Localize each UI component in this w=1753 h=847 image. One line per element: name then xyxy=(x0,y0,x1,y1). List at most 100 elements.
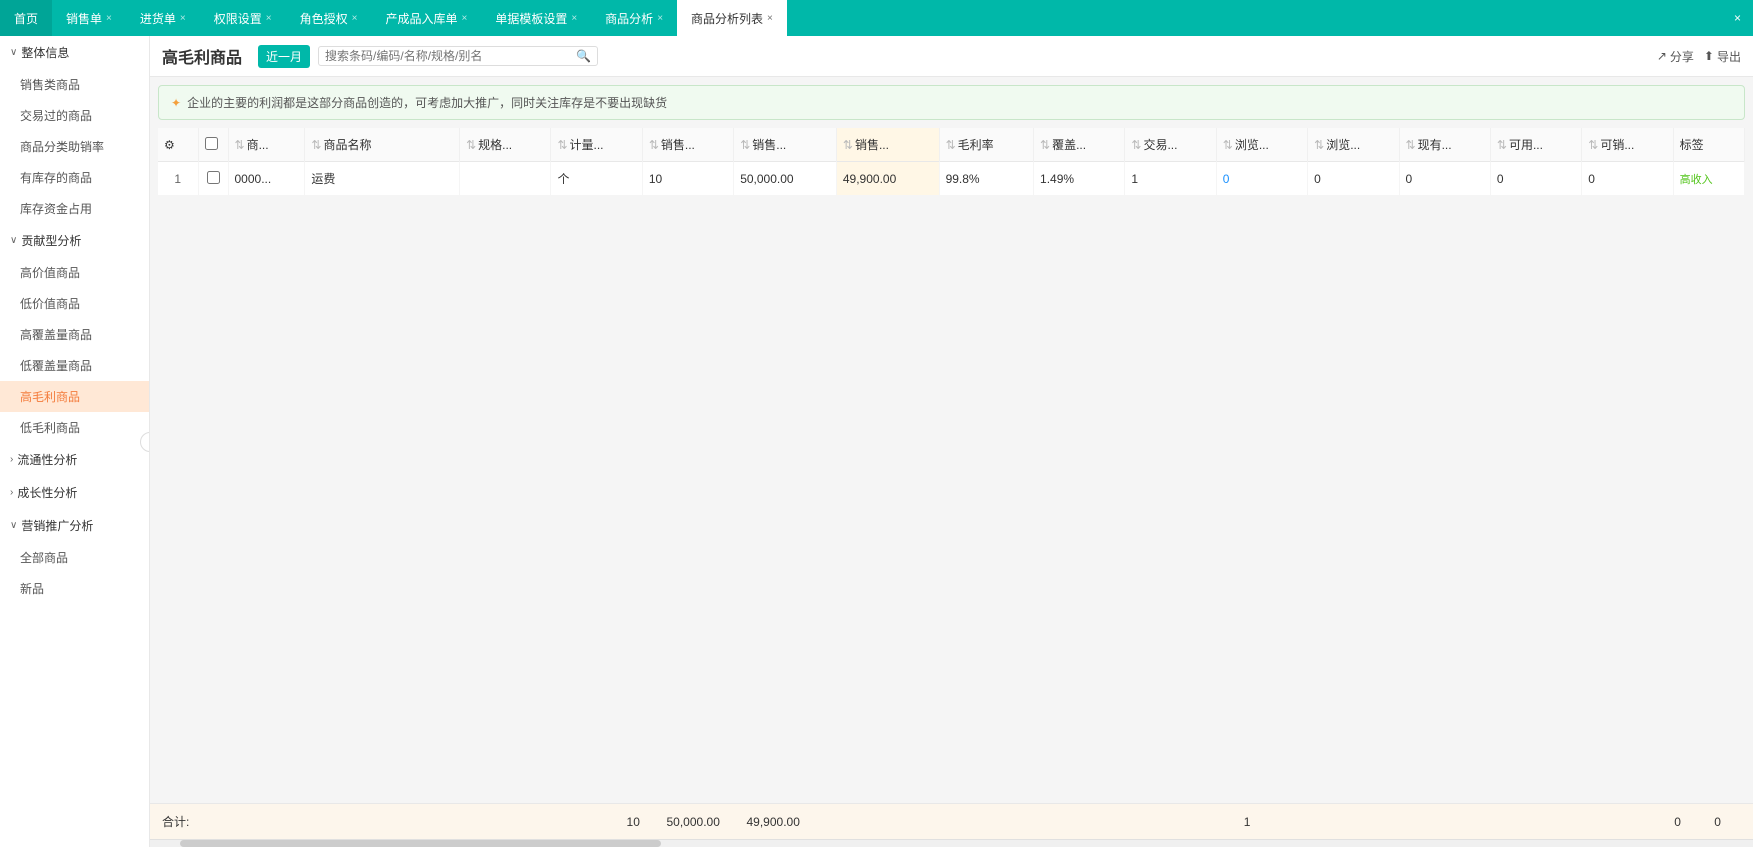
row-checkbox-cell[interactable] xyxy=(198,162,228,196)
th-coverage-sort-icon: ⇅ xyxy=(1040,138,1050,152)
sidebar-item-stock-goods[interactable]: 有库存的商品 xyxy=(0,162,149,193)
nav-permission[interactable]: 权限设置 × xyxy=(200,0,286,36)
th-unit-label: 计量... xyxy=(570,136,604,153)
sidebar-item-all-goods[interactable]: 全部商品 xyxy=(0,542,149,573)
nav-template-setting-label: 单据模板设置 xyxy=(495,10,567,27)
sidebar-group-marketing[interactable]: ∨ 营销推广分析 xyxy=(0,509,149,542)
sidebar-item-stock-capital[interactable]: 库存资金占用 xyxy=(0,193,149,224)
info-banner: ✦ 企业的主要的利润都是这部分商品创造的，可考虑加大推广，同时关注库存是不要出现… xyxy=(158,85,1745,120)
scrollbar-thumb[interactable] xyxy=(180,840,661,847)
sidebar-item-low-margin[interactable]: 低毛利商品 xyxy=(0,412,149,443)
sidebar-item-high-coverage[interactable]: 高覆盖量商品 xyxy=(0,319,149,350)
export-button[interactable]: ⬆ 导出 xyxy=(1704,48,1741,65)
th-code-sort-icon: ⇅ xyxy=(235,138,245,152)
th-coverage[interactable]: ⇅ 覆盖... xyxy=(1034,128,1125,162)
sidebar-item-low-coverage[interactable]: 低覆盖量商品 xyxy=(0,350,149,381)
th-sales-amount[interactable]: ⇅ 销售... xyxy=(734,128,837,162)
nav-product-inbound-close[interactable]: × xyxy=(461,13,467,24)
th-available-label: 可用... xyxy=(1509,136,1543,153)
sidebar-item-high-value[interactable]: 高价值商品 xyxy=(0,257,149,288)
nav-role[interactable]: 角色授权 × xyxy=(286,0,372,36)
nav-role-close[interactable]: × xyxy=(352,13,358,24)
th-available[interactable]: ⇅ 可用... xyxy=(1490,128,1581,162)
th-transaction[interactable]: ⇅ 交易... xyxy=(1125,128,1216,162)
cell-browse1[interactable]: 0 xyxy=(1216,162,1307,196)
search-input[interactable] xyxy=(325,49,576,63)
select-all-checkbox[interactable] xyxy=(205,137,218,150)
nav-sales-close[interactable]: × xyxy=(106,13,112,24)
cell-sales-cost: 49,900.00 xyxy=(836,162,939,196)
footer-available: 0 xyxy=(1701,815,1741,829)
th-sales-qty-sort-icon: ⇅ xyxy=(649,138,659,152)
th-gross-rate-label: 毛利率 xyxy=(958,136,994,153)
cell-tag: 高收入 xyxy=(1673,162,1744,196)
sidebar-group-overall[interactable]: ∨ 整体信息 xyxy=(0,36,149,69)
footer-current: 0 xyxy=(1661,815,1701,829)
info-icon: ✦ xyxy=(171,96,181,110)
table-container: ⚙ ⇅ 商... xyxy=(158,128,1745,803)
row-index: 1 xyxy=(158,162,198,196)
nav-goods-analysis[interactable]: 商品分析 × xyxy=(591,0,677,36)
row-checkbox[interactable] xyxy=(207,171,220,184)
window-close-button[interactable]: × xyxy=(1722,0,1753,36)
cell-sellable: 0 xyxy=(1582,162,1673,196)
sidebar-group-growth[interactable]: › 成长性分析 xyxy=(0,476,149,509)
nav-sales[interactable]: 销售单 × xyxy=(52,0,126,36)
nav-purchase-label: 进货单 xyxy=(140,10,176,27)
th-checkbox[interactable] xyxy=(198,128,228,162)
th-code[interactable]: ⇅ 商... xyxy=(228,128,305,162)
th-current[interactable]: ⇅ 现有... xyxy=(1399,128,1490,162)
nav-permission-close[interactable]: × xyxy=(266,13,272,24)
nav-template-setting-close[interactable]: × xyxy=(571,13,577,24)
th-transaction-sort-icon: ⇅ xyxy=(1131,138,1141,152)
nav-purchase[interactable]: 进货单 × xyxy=(126,0,200,36)
sidebar-group-circulation[interactable]: › 流通性分析 xyxy=(0,443,149,476)
th-spec-label: 规格... xyxy=(478,136,512,153)
th-name[interactable]: ⇅ 商品名称 xyxy=(305,128,460,162)
sidebar-group-circulation-arrow: › xyxy=(10,454,13,465)
nav-template-setting[interactable]: 单据模板设置 × xyxy=(481,0,591,36)
th-unit-sort-icon: ⇅ xyxy=(557,138,567,152)
sidebar-item-sales-goods[interactable]: 销售类商品 xyxy=(0,69,149,100)
content-header: 高毛利商品 近一月 🔍 ↗ 分享 ⬆ 导出 xyxy=(150,36,1753,77)
sidebar-item-low-value[interactable]: 低价值商品 xyxy=(0,288,149,319)
content-area: 高毛利商品 近一月 🔍 ↗ 分享 ⬆ 导出 xyxy=(150,36,1753,847)
footer-sales-cost: 49,900.00 xyxy=(740,815,820,829)
sidebar-group-contribution[interactable]: ∨ 贡献型分析 xyxy=(0,224,149,257)
th-gross-rate[interactable]: ⇅ 毛利率 xyxy=(939,128,1033,162)
th-sellable[interactable]: ⇅ 可销... xyxy=(1582,128,1673,162)
cell-spec xyxy=(460,162,551,196)
sidebar-item-category-rate[interactable]: 商品分类助销率 xyxy=(0,131,149,162)
nav-product-inbound[interactable]: 产成品入库单 × xyxy=(371,0,481,36)
sidebar-item-high-margin[interactable]: 高毛利商品 xyxy=(0,381,149,412)
share-button[interactable]: ↗ 分享 xyxy=(1657,48,1694,65)
nav-home[interactable]: 首页 xyxy=(0,0,52,36)
th-tag[interactable]: 标签 xyxy=(1673,128,1744,162)
sidebar-item-new-goods[interactable]: 新品 xyxy=(0,573,149,604)
nav-goods-analysis-list[interactable]: 商品分析列表 × xyxy=(677,0,787,36)
sidebar-item-traded-goods[interactable]: 交易过的商品 xyxy=(0,100,149,131)
th-browse1[interactable]: ⇅ 浏览... xyxy=(1216,128,1307,162)
table-body: 1 0000... 运费 个 10 50,000.00 49,900.00 99 xyxy=(158,162,1745,196)
nav-goods-analysis-list-close[interactable]: × xyxy=(767,13,773,24)
th-sales-qty[interactable]: ⇅ 销售... xyxy=(642,128,733,162)
search-icon[interactable]: 🔍 xyxy=(576,49,591,63)
th-current-label: 现有... xyxy=(1418,136,1452,153)
nav-purchase-close[interactable]: × xyxy=(180,13,186,24)
cell-available: 0 xyxy=(1490,162,1581,196)
nav-role-label: 角色授权 xyxy=(300,10,348,27)
th-sales-amount-label: 销售... xyxy=(752,136,786,153)
footer-label: 合计: xyxy=(162,813,189,830)
nav-goods-analysis-close[interactable]: × xyxy=(657,13,663,24)
th-sales-cost[interactable]: ⇅ 销售... xyxy=(836,128,939,162)
th-spec[interactable]: ⇅ 规格... xyxy=(460,128,551,162)
th-settings[interactable]: ⚙ xyxy=(158,128,198,162)
nav-product-inbound-label: 产成品入库单 xyxy=(385,10,457,27)
th-browse2[interactable]: ⇅ 浏览... xyxy=(1308,128,1399,162)
bottom-scrollbar[interactable] xyxy=(150,839,1753,847)
th-unit[interactable]: ⇅ 计量... xyxy=(551,128,642,162)
cell-gross-rate: 99.8% xyxy=(939,162,1033,196)
time-filter-button[interactable]: 近一月 xyxy=(258,45,310,68)
cell-coverage: 1.49% xyxy=(1034,162,1125,196)
page-title: 高毛利商品 xyxy=(162,44,242,68)
